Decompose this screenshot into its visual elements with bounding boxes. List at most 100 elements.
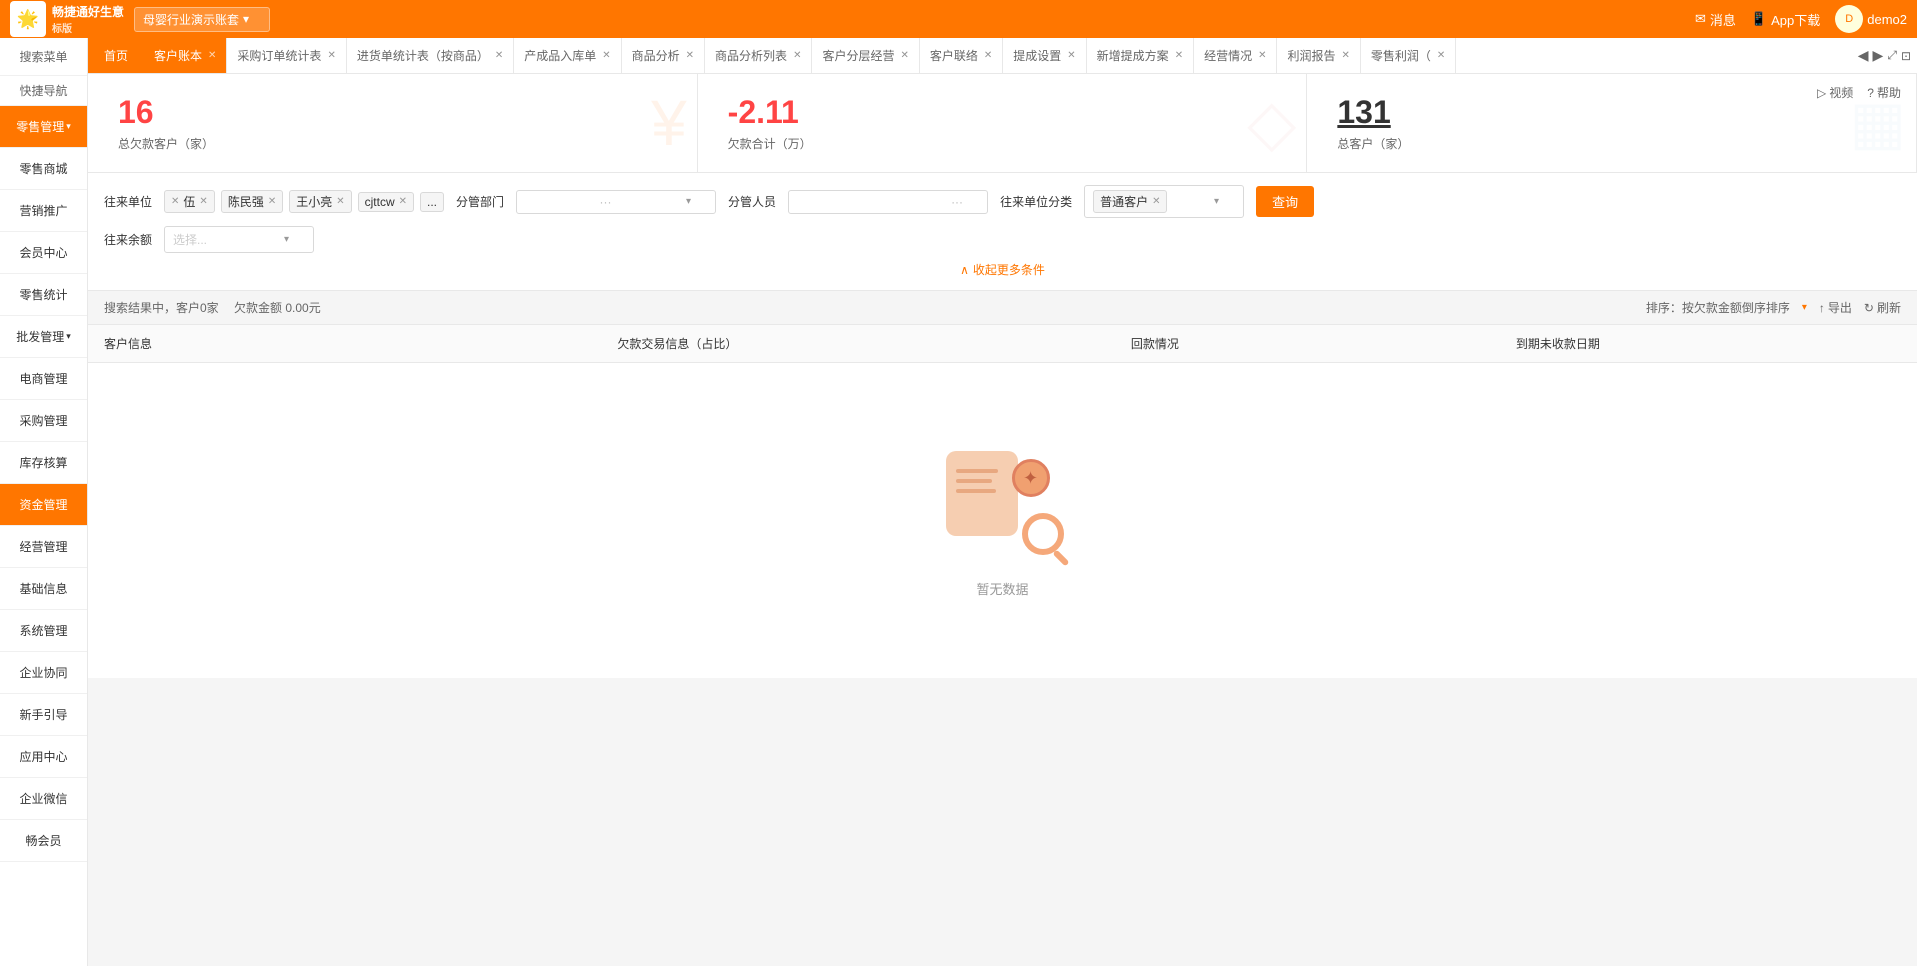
- manager-select-more[interactable]: ···: [951, 195, 963, 209]
- refresh-button[interactable]: ↻ 刷新: [1864, 299, 1901, 316]
- app-download-button[interactable]: 📱 App下载: [1751, 10, 1820, 29]
- username-label: demo2: [1867, 12, 1907, 27]
- download-icon: 📱: [1751, 11, 1767, 27]
- filter-tag-wang-remove[interactable]: ✕: [336, 196, 344, 207]
- category-chevron: ▾: [1214, 196, 1219, 207]
- sort-label: 排序：按欠款金额倒序排序: [1646, 299, 1790, 316]
- message-button[interactable]: ✉ 消息: [1695, 10, 1736, 29]
- filter-tag-wu-remove[interactable]: ✕: [199, 196, 207, 207]
- sidebar-item-retail-stats[interactable]: 零售统计: [0, 274, 87, 316]
- tab-promotion-settings-close[interactable]: ✕: [1067, 50, 1075, 61]
- stat-customers-label: 总客户（家）: [1337, 135, 1886, 152]
- sidebar-item-app-center[interactable]: 应用中心: [0, 736, 87, 778]
- filter-tag-wu[interactable]: ✕ 伍 ✕: [164, 190, 215, 213]
- tab-profit-report-close[interactable]: ✕: [1342, 50, 1350, 61]
- tab-customer-segment-close[interactable]: ✕: [900, 50, 908, 61]
- export-button[interactable]: ↑ 导出: [1819, 299, 1852, 316]
- tab-purchase-order-stats-close[interactable]: ✕: [327, 50, 335, 61]
- filter-tag-chen[interactable]: 陈民强 ✕: [221, 190, 283, 213]
- sidebar-item-enterprise-wx[interactable]: 企业微信: [0, 778, 87, 820]
- category-tag[interactable]: 普通客户 ✕: [1093, 190, 1167, 213]
- tab-home[interactable]: 首页: [88, 38, 144, 74]
- filter-tag-wu-close-x[interactable]: ✕: [171, 196, 179, 207]
- tab-operations-status-close[interactable]: ✕: [1258, 50, 1266, 61]
- sidebar-item-purchase[interactable]: 采购管理: [0, 400, 87, 442]
- sidebar-item-new-guide[interactable]: 新手引导: [0, 694, 87, 736]
- tab-new-promotion-close[interactable]: ✕: [1175, 50, 1183, 61]
- filter-tag-cjttcw[interactable]: cjttcw ✕: [358, 192, 414, 212]
- sidebar-item-system-mgmt[interactable]: 系统管理: [0, 610, 87, 652]
- marketing-label: 营销推广: [19, 204, 67, 218]
- tab-inbound-stats[interactable]: 进货单统计表（按商品） ✕: [347, 38, 514, 74]
- tab-retail-profit-close[interactable]: ✕: [1437, 50, 1445, 61]
- tab-customer-contact[interactable]: 客户联络 ✕: [920, 38, 1003, 74]
- filter-tag-wang[interactable]: 王小亮 ✕: [289, 190, 351, 213]
- new-guide-label: 新手引导: [19, 708, 67, 722]
- sidebar-item-retail-mall[interactable]: 零售商城: [0, 148, 87, 190]
- tab-inbound-stats-close[interactable]: ✕: [495, 50, 503, 61]
- tab-operations-status[interactable]: 经营情况 ✕: [1194, 38, 1277, 74]
- tab-new-promotion[interactable]: 新增提成方案 ✕: [1087, 38, 1194, 74]
- video-action[interactable]: ▷ 视频: [1817, 84, 1853, 101]
- dept-select-more[interactable]: ···: [600, 195, 612, 209]
- magnify-handle: [1052, 550, 1069, 567]
- sidebar-item-ecommerce[interactable]: 电商管理: [0, 358, 87, 400]
- workspace-selector[interactable]: 母婴行业演示账套 ▾: [134, 7, 270, 32]
- sidebar-item-inventory[interactable]: 库存核算: [0, 442, 87, 484]
- category-filter-select[interactable]: 普通客户 ✕ ▾: [1084, 185, 1244, 218]
- tab-product-analysis-close[interactable]: ✕: [686, 50, 694, 61]
- col-customer-info: 客户信息: [104, 335, 617, 352]
- search-button[interactable]: 查询: [1256, 186, 1314, 217]
- tab-product-inbound-close[interactable]: ✕: [602, 50, 610, 61]
- sidebar-item-operations[interactable]: 经营管理: [0, 526, 87, 568]
- sidebar-item-member-center[interactable]: 会员中心: [0, 232, 87, 274]
- sidebar-item-enterprise[interactable]: 企业协同: [0, 652, 87, 694]
- manager-filter-select[interactable]: ···: [788, 190, 988, 214]
- filter-tag-chen-label: 陈民强: [228, 193, 264, 210]
- tab-profit-report[interactable]: 利润报告 ✕: [1277, 38, 1360, 74]
- sidebar-item-batch-mgmt[interactable]: 批发管理 ▾: [0, 316, 87, 358]
- tab-collapse[interactable]: ⊡: [1901, 49, 1911, 63]
- sidebar-item-basic-info[interactable]: 基础信息: [0, 568, 87, 610]
- tab-product-analysis-list[interactable]: 商品分析列表 ✕: [705, 38, 812, 74]
- tab-product-analysis[interactable]: 商品分析 ✕: [622, 38, 705, 74]
- tab-customer-contact-close[interactable]: ✕: [984, 50, 992, 61]
- result-info: 搜索结果中，客户0家 欠款金额 0.00元: [104, 299, 321, 316]
- tab-customer-segment[interactable]: 客户分层经营 ✕: [812, 38, 919, 74]
- filter-tag-wu-label: 伍: [183, 193, 195, 210]
- basic-info-label: 基础信息: [19, 582, 67, 596]
- balance-filter-select[interactable]: 选择... ▾: [164, 226, 314, 253]
- sidebar-item-retail-mgmt[interactable]: 零售管理 ▾: [0, 106, 87, 148]
- filter-tag-more[interactable]: ...: [420, 192, 444, 212]
- tab-product-inbound[interactable]: 产成品入库单 ✕: [514, 38, 621, 74]
- filter-tag-wang-label: 王小亮: [296, 193, 332, 210]
- tab-customer-ledger[interactable]: 客户账本 ✕: [144, 38, 227, 74]
- message-icon: ✉: [1695, 11, 1706, 27]
- category-tag-remove[interactable]: ✕: [1152, 196, 1160, 207]
- tab-customer-ledger-close[interactable]: ✕: [208, 50, 216, 61]
- tab-arrow-left[interactable]: ◀: [1858, 47, 1869, 64]
- tab-arrow-right[interactable]: ▶: [1873, 47, 1884, 64]
- sidebar-item-finance[interactable]: 资金管理: [0, 484, 87, 526]
- logo-area: 🌟 畅捷通好生意 标版: [10, 1, 124, 37]
- filter-tag-cjttcw-label: cjttcw: [365, 195, 395, 209]
- sidebar-search[interactable]: 搜索菜单: [0, 38, 87, 76]
- filter-tag-chen-remove[interactable]: ✕: [268, 196, 276, 207]
- tab-purchase-order-stats[interactable]: 采购订单统计表 ✕: [227, 38, 346, 74]
- user-profile[interactable]: D demo2: [1835, 5, 1907, 33]
- dept-chevron: ▾: [686, 196, 691, 207]
- sidebar-quick-nav[interactable]: 快捷导航: [0, 76, 87, 106]
- tab-product-analysis-list-close[interactable]: ✕: [793, 50, 801, 61]
- tab-promotion-settings[interactable]: 提成设置 ✕: [1003, 38, 1086, 74]
- tab-customer-segment-label: 客户分层经营: [822, 47, 894, 64]
- collapse-button[interactable]: ∧ 收起更多条件: [960, 261, 1045, 278]
- sidebar-item-member[interactable]: 畅会员: [0, 820, 87, 862]
- dept-filter-select[interactable]: ··· ▾: [516, 190, 716, 214]
- help-action[interactable]: ? 帮助: [1867, 84, 1901, 101]
- tab-retail-profit[interactable]: 零售利润（ ✕: [1361, 38, 1456, 74]
- stat-debt-label: 欠款合计（万）: [728, 135, 1277, 152]
- sidebar-item-marketing[interactable]: 营销推广: [0, 190, 87, 232]
- collapse-row: ∧ 收起更多条件: [104, 261, 1901, 278]
- tab-expand[interactable]: ⤢: [1887, 48, 1897, 63]
- filter-tag-cjttcw-remove[interactable]: ✕: [399, 196, 407, 207]
